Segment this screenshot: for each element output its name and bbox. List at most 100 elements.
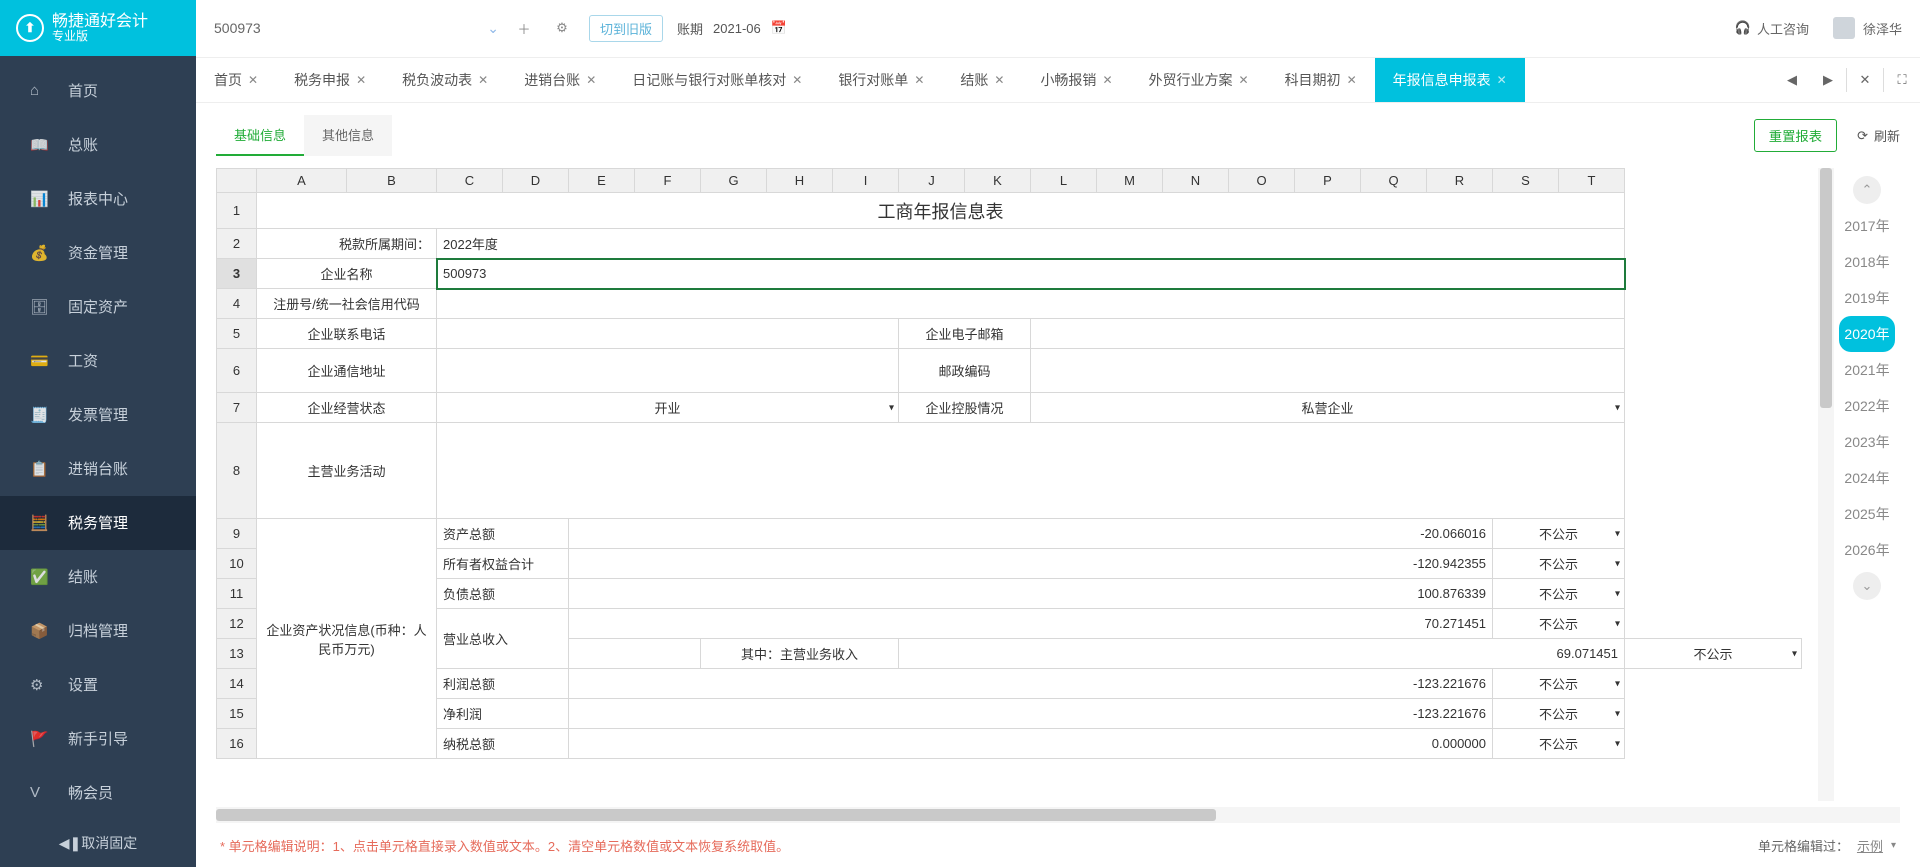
close-icon[interactable]: ✕: [792, 73, 802, 87]
r11-value[interactable]: 100.876339: [569, 579, 1493, 609]
tab-9[interactable]: 科目期初✕: [1267, 58, 1375, 102]
year-2025年[interactable]: 2025年: [1839, 496, 1895, 532]
subtab-1[interactable]: 其他信息: [304, 115, 392, 156]
old-version-button[interactable]: 切到旧版: [589, 15, 663, 42]
sidebar-item-12[interactable]: 🚩新手引导: [0, 712, 196, 766]
close-icon[interactable]: ✕: [248, 73, 258, 87]
col-header-I[interactable]: I: [833, 169, 899, 193]
horizontal-scrollbar[interactable]: [216, 807, 1900, 823]
close-icon[interactable]: ✕: [994, 73, 1004, 87]
tab-7[interactable]: 小畅报销✕: [1022, 58, 1130, 102]
r9-disp[interactable]: 不公示▾: [1493, 519, 1625, 549]
row4-value[interactable]: [437, 289, 1625, 319]
col-header-B[interactable]: B: [347, 169, 437, 193]
col-header-A[interactable]: A: [257, 169, 347, 193]
r12-disp[interactable]: 不公示▾: [1493, 609, 1625, 639]
row8-value[interactable]: [437, 423, 1625, 519]
r12-value[interactable]: 70.271451: [569, 609, 1493, 639]
col-header-F[interactable]: F: [635, 169, 701, 193]
row7-sel2[interactable]: 私营企业▾: [1031, 393, 1625, 423]
tab-scroll-right[interactable]: ▶: [1810, 72, 1846, 88]
row-header-16[interactable]: 16: [217, 729, 257, 759]
r15-disp[interactable]: 不公示▾: [1493, 699, 1625, 729]
close-icon[interactable]: ✕: [1347, 73, 1357, 87]
r15-value[interactable]: -123.221676: [569, 699, 1493, 729]
unpin-button[interactable]: ◀❚ 取消固定: [0, 820, 196, 867]
r14-disp[interactable]: 不公示▾: [1493, 669, 1625, 699]
sidebar-item-1[interactable]: 📖总账: [0, 118, 196, 172]
col-header-P[interactable]: P: [1295, 169, 1361, 193]
tab-3[interactable]: 进销台账✕: [506, 58, 614, 102]
tab-5[interactable]: 银行对账单✕: [820, 58, 942, 102]
col-header-O[interactable]: O: [1229, 169, 1295, 193]
col-header-S[interactable]: S: [1493, 169, 1559, 193]
row6-v2[interactable]: [1031, 349, 1625, 393]
row-header-12[interactable]: 12: [217, 609, 257, 639]
sidebar-item-6[interactable]: 🧾发票管理: [0, 388, 196, 442]
row-header-2[interactable]: 2: [217, 229, 257, 259]
sidebar-item-0[interactable]: ⌂首页: [0, 64, 196, 118]
sidebar-item-5[interactable]: 💳工资: [0, 334, 196, 388]
row-header-1[interactable]: 1: [217, 193, 257, 229]
sidebar-item-9[interactable]: ✅结账: [0, 550, 196, 604]
close-icon[interactable]: ✕: [1239, 73, 1249, 87]
close-icon[interactable]: ✕: [356, 73, 366, 87]
col-header-T[interactable]: T: [1559, 169, 1625, 193]
tab-close-all[interactable]: ✕: [1847, 72, 1883, 88]
row6-v1[interactable]: [437, 349, 899, 393]
sidebar-item-13[interactable]: V畅会员: [0, 766, 196, 820]
year-2020年[interactable]: 2020年: [1839, 316, 1895, 352]
col-header-K[interactable]: K: [965, 169, 1031, 193]
chevron-down-icon[interactable]: ▾: [1891, 840, 1896, 851]
tab-8[interactable]: 外贸行业方案✕: [1131, 58, 1267, 102]
tab-4[interactable]: 日记账与银行对账单核对✕: [614, 58, 820, 102]
col-header-C[interactable]: C: [437, 169, 503, 193]
row-header-3[interactable]: 3: [217, 259, 257, 289]
year-2026年[interactable]: 2026年: [1839, 532, 1895, 568]
close-icon[interactable]: ✕: [1497, 73, 1507, 87]
r9-value[interactable]: -20.066016: [569, 519, 1493, 549]
r13-value[interactable]: 69.071451: [899, 639, 1625, 669]
gear-icon[interactable]: ⚙: [551, 17, 573, 39]
col-header-J[interactable]: J: [899, 169, 965, 193]
r13-disp[interactable]: 不公示▾: [1625, 639, 1802, 669]
row-header-9[interactable]: 9: [217, 519, 257, 549]
help-link[interactable]: 🎧 人工咨询: [1735, 19, 1809, 38]
tab-2[interactable]: 税负波动表✕: [384, 58, 506, 102]
company-select[interactable]: 500973 ⌄: [214, 20, 499, 37]
sidebar-item-11[interactable]: ⚙设置: [0, 658, 196, 712]
col-header-E[interactable]: E: [569, 169, 635, 193]
col-header-H[interactable]: H: [767, 169, 833, 193]
sidebar-item-4[interactable]: 🗄固定资产: [0, 280, 196, 334]
year-2023年[interactable]: 2023年: [1839, 424, 1895, 460]
row-header-11[interactable]: 11: [217, 579, 257, 609]
col-header-M[interactable]: M: [1097, 169, 1163, 193]
row-header-5[interactable]: 5: [217, 319, 257, 349]
year-scroll-up[interactable]: ⌃: [1853, 176, 1881, 204]
col-header-Q[interactable]: Q: [1361, 169, 1427, 193]
year-2024年[interactable]: 2024年: [1839, 460, 1895, 496]
r11-disp[interactable]: 不公示▾: [1493, 579, 1625, 609]
year-2018年[interactable]: 2018年: [1839, 244, 1895, 280]
row-header-6[interactable]: 6: [217, 349, 257, 393]
user-menu[interactable]: 徐泽华: [1833, 17, 1902, 39]
year-2017年[interactable]: 2017年: [1839, 208, 1895, 244]
r16-disp[interactable]: 不公示▾: [1493, 729, 1625, 759]
sidebar-item-8[interactable]: 🧮税务管理: [0, 496, 196, 550]
add-icon[interactable]: ＋: [513, 17, 535, 39]
row-header-10[interactable]: 10: [217, 549, 257, 579]
subtab-0[interactable]: 基础信息: [216, 115, 304, 156]
reset-report-button[interactable]: 重置报表: [1754, 119, 1837, 152]
close-icon[interactable]: ✕: [586, 73, 596, 87]
col-header-L[interactable]: L: [1031, 169, 1097, 193]
close-icon[interactable]: ✕: [1102, 73, 1112, 87]
row-header-7[interactable]: 7: [217, 393, 257, 423]
refresh-button[interactable]: ⟳ 刷新: [1857, 126, 1900, 145]
row-header-14[interactable]: 14: [217, 669, 257, 699]
period-value[interactable]: 2021-06: [713, 21, 761, 36]
row5-v1[interactable]: [437, 319, 899, 349]
col-header-G[interactable]: G: [701, 169, 767, 193]
vertical-scrollbar[interactable]: [1818, 168, 1834, 801]
tab-10[interactable]: 年报信息申报表✕: [1375, 58, 1525, 102]
row-header-13[interactable]: 13: [217, 639, 257, 669]
